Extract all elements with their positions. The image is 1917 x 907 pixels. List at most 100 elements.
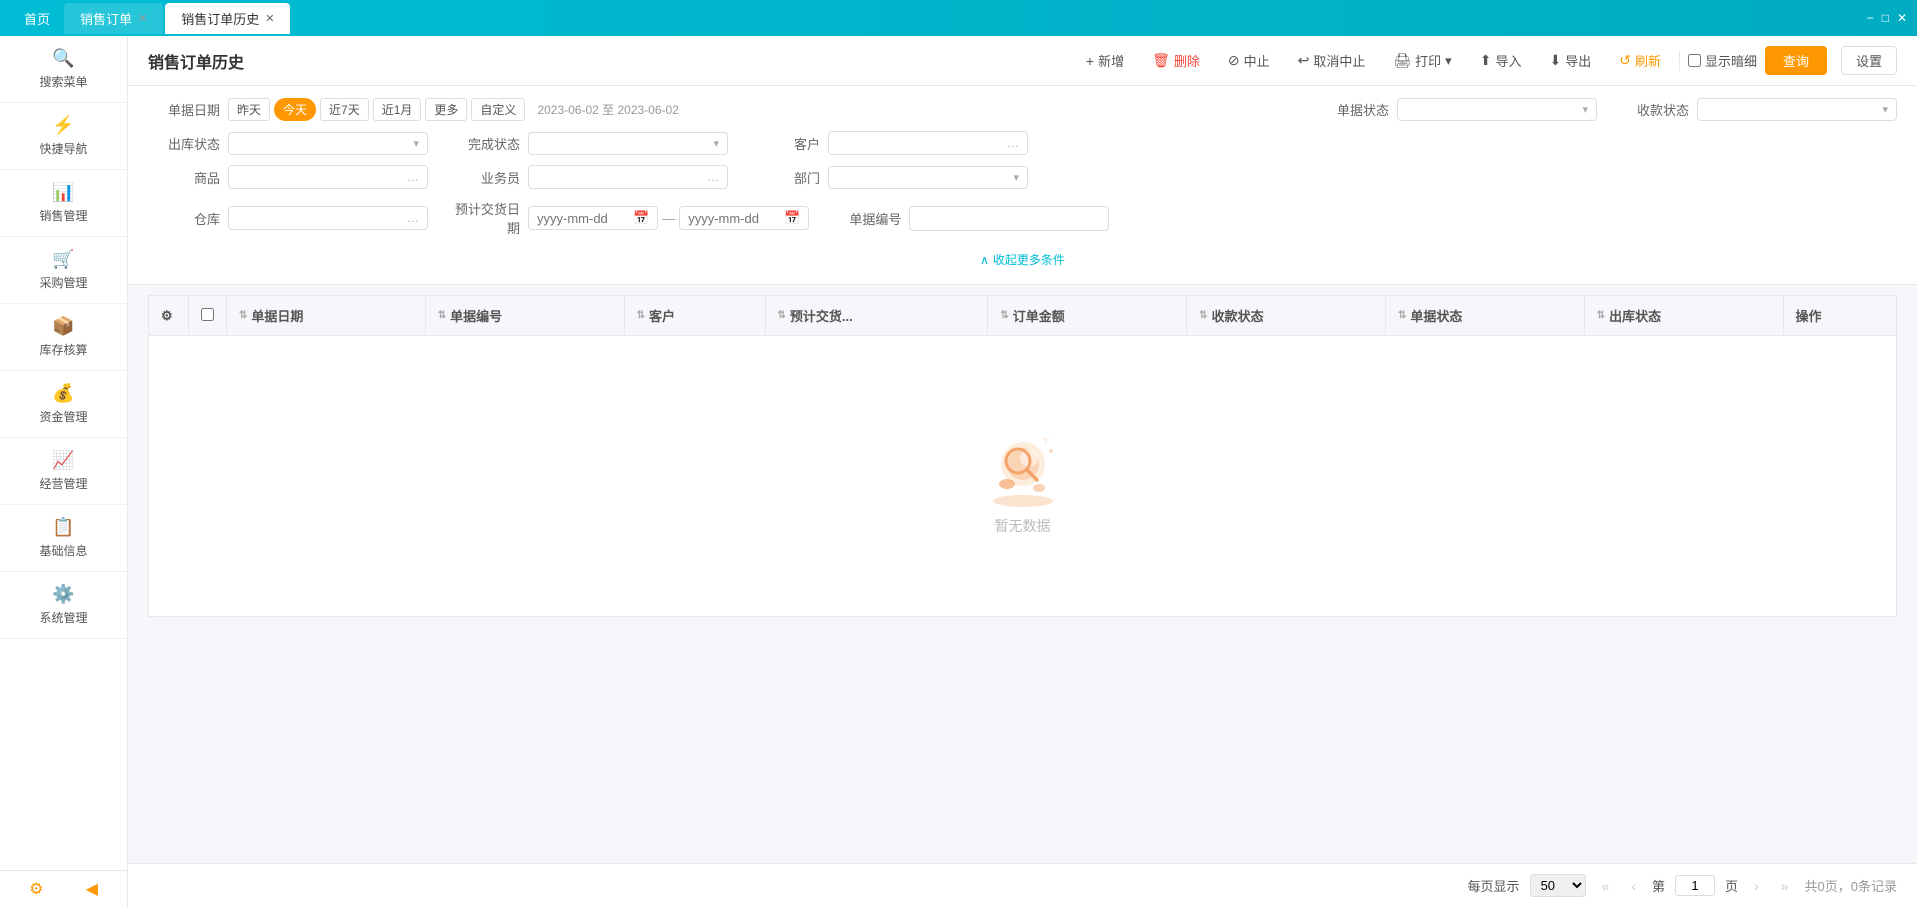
query-button[interactable]: 查询 xyxy=(1765,46,1827,75)
table-body: ? ~ 暂无数据 xyxy=(149,336,1897,617)
sidebar-collapse-btn[interactable]: ◀ xyxy=(86,879,98,899)
svg-text:?: ? xyxy=(1043,437,1048,446)
prev-page-btn[interactable]: ‹ xyxy=(1625,876,1642,896)
date-btn-today[interactable]: 今天 xyxy=(274,98,316,121)
tab-sales-order[interactable]: 销售订单 ✕ xyxy=(64,3,163,34)
sidebar-settings-btn[interactable]: ⚙ xyxy=(29,879,43,899)
payment-col-header: ⇅ 收款状态 xyxy=(1187,296,1386,336)
date-btn-7days[interactable]: 近7天 xyxy=(320,98,369,121)
stop-icon: ⊘ xyxy=(1228,52,1240,69)
delete-button[interactable]: 🗑 删除 xyxy=(1142,47,1210,74)
page-size-label: 每页显示 xyxy=(1468,876,1520,895)
stock-calc-icon: 📦 xyxy=(52,316,74,337)
date-btn-1month[interactable]: 近1月 xyxy=(373,98,422,121)
warehouse-label: 仓库 xyxy=(148,209,228,228)
warehouse-dots-icon[interactable]: … xyxy=(407,211,419,225)
goods-dots-icon[interactable]: … xyxy=(407,170,419,184)
delivery-col-sort-icon[interactable]: ⇅ xyxy=(778,310,786,321)
cancel-stop-button[interactable]: ↩ 取消中止 xyxy=(1288,47,1376,74)
first-page-btn[interactable]: « xyxy=(1596,876,1616,896)
ops-col-header: 操作 xyxy=(1783,296,1896,336)
stop-button[interactable]: ⊘ 中止 xyxy=(1218,47,1280,74)
sidebar-item-purchase-mgmt[interactable]: 🛒 采购管理 xyxy=(0,237,127,304)
delivery-date-start-input[interactable] xyxy=(537,211,627,226)
cancel-stop-label: 取消中止 xyxy=(1313,51,1365,70)
page-size-select[interactable]: 20 50 100 xyxy=(1530,874,1586,897)
window-close-btn[interactable]: ✕ xyxy=(1897,11,1907,25)
settings-col-header[interactable]: ⚙ xyxy=(149,296,189,336)
window-min-btn[interactable]: − xyxy=(1867,11,1874,25)
new-button[interactable]: + 新增 xyxy=(1076,47,1134,74)
display-cols-input[interactable] xyxy=(1688,54,1701,67)
date-btn-more[interactable]: 更多 xyxy=(425,98,467,121)
filter-row-3: 商品 … 业务员 … 部门 ▾ xyxy=(148,165,1897,189)
sidebar-bottom: ⚙ ◀ xyxy=(0,870,127,907)
salesperson-dots-icon[interactable]: … xyxy=(707,170,719,184)
doc-status-col-sort-icon[interactable]: ⇅ xyxy=(1398,310,1406,321)
tab-home[interactable]: 首页 xyxy=(10,3,64,34)
new-label: 新增 xyxy=(1098,51,1124,70)
salesperson-label: 业务员 xyxy=(448,168,528,187)
export-button[interactable]: ⬇ 导出 xyxy=(1539,47,1601,74)
sidebar-item-sys-mgmt[interactable]: ⚙️ 系统管理 xyxy=(0,572,127,639)
setting-button[interactable]: 设置 xyxy=(1841,46,1897,75)
page-number-input[interactable] xyxy=(1675,875,1715,896)
delivery-date-start-group: 📅 xyxy=(528,206,658,230)
complete-status-label: 完成状态 xyxy=(448,134,528,153)
sidebar-item-sales-mgmt[interactable]: 📊 销售管理 xyxy=(0,170,127,237)
dept-select[interactable]: ▾ xyxy=(828,166,1028,189)
customer-col-sort-icon[interactable]: ⇅ xyxy=(637,310,645,321)
check-col-header[interactable] xyxy=(189,296,227,336)
collapse-btn[interactable]: ∧ 收起更多条件 xyxy=(980,251,1065,268)
customer-dots-icon[interactable]: … xyxy=(1007,136,1019,150)
sidebar-item-search-menu[interactable]: 🔍 搜索菜单 xyxy=(0,36,127,103)
next-page-btn[interactable]: › xyxy=(1748,876,1765,896)
delivery-date-start-cal-icon[interactable]: 📅 xyxy=(633,210,649,226)
tab-sales-order-history-close[interactable]: ✕ xyxy=(265,12,274,25)
tab-sales-order-history[interactable]: 销售订单历史 ✕ xyxy=(165,3,290,34)
stop-label: 中止 xyxy=(1244,51,1270,70)
customer-input[interactable]: … xyxy=(828,131,1028,155)
sidebar-item-basic-info[interactable]: 📋 基础信息 xyxy=(0,505,127,572)
print-button[interactable]: 🖨 打印 ▾ xyxy=(1383,47,1461,74)
sidebar-item-quick-nav[interactable]: ⚡ 快捷导航 xyxy=(0,103,127,170)
doc-status-select[interactable]: ▾ xyxy=(1397,98,1597,121)
payment-col-sort-icon[interactable]: ⇅ xyxy=(1199,310,1207,321)
tab-sales-order-close[interactable]: ✕ xyxy=(138,12,147,25)
page-label-after: 页 xyxy=(1725,876,1738,895)
toolbar-divider xyxy=(1679,51,1680,71)
display-cols-checkbox[interactable]: 显示暗细 xyxy=(1688,51,1757,70)
sidebar-item-capital-mgmt[interactable]: 💰 资金管理 xyxy=(0,371,127,438)
sidebar-item-operations-mgmt[interactable]: 📈 经营管理 xyxy=(0,438,127,505)
window-max-btn[interactable]: □ xyxy=(1882,11,1889,25)
sidebar-item-stock-calc-label: 库存核算 xyxy=(39,341,87,358)
empty-state-cell: ? ~ 暂无数据 xyxy=(149,336,1897,617)
date-btn-custom[interactable]: 自定义 xyxy=(471,98,525,121)
stock-out-status-select[interactable]: ▾ xyxy=(228,132,428,155)
refresh-button[interactable]: ↺ 刷新 xyxy=(1609,47,1671,74)
date-btn-yesterday[interactable]: 昨天 xyxy=(228,98,270,121)
capital-mgmt-icon: 💰 xyxy=(52,383,74,404)
payment-status-select[interactable]: ▾ xyxy=(1697,98,1897,121)
last-page-btn[interactable]: » xyxy=(1775,876,1795,896)
sidebar-item-stock-calc[interactable]: 📦 库存核算 xyxy=(0,304,127,371)
number-col-sort-icon[interactable]: ⇅ xyxy=(438,310,446,321)
select-all-checkbox[interactable] xyxy=(201,308,214,321)
stock-col-sort-icon[interactable]: ⇅ xyxy=(1597,310,1605,321)
delivery-date-end-cal-icon[interactable]: 📅 xyxy=(784,210,800,226)
date-col-sort-icon[interactable]: ⇅ xyxy=(239,310,247,321)
delivery-date-end-group: 📅 xyxy=(679,206,809,230)
warehouse-input[interactable]: … xyxy=(228,206,428,230)
doc-number-input[interactable] xyxy=(909,206,1109,231)
delete-icon: 🗑 xyxy=(1152,52,1170,69)
table-footer: 每页显示 20 50 100 « ‹ 第 页 › » 共0页，0条记录 xyxy=(128,863,1917,907)
import-button[interactable]: ⬆ 导入 xyxy=(1470,47,1532,74)
goods-input[interactable]: … xyxy=(228,165,428,189)
display-cols-label: 显示暗细 xyxy=(1705,51,1757,70)
empty-state: ? ~ 暂无数据 xyxy=(149,336,1896,616)
collapse-row: ∧ 收起更多条件 xyxy=(148,247,1897,272)
delivery-date-end-input[interactable] xyxy=(688,211,778,226)
amount-col-sort-icon[interactable]: ⇅ xyxy=(1000,310,1008,321)
salesperson-input[interactable]: … xyxy=(528,165,728,189)
complete-status-select[interactable]: ▾ xyxy=(528,132,728,155)
